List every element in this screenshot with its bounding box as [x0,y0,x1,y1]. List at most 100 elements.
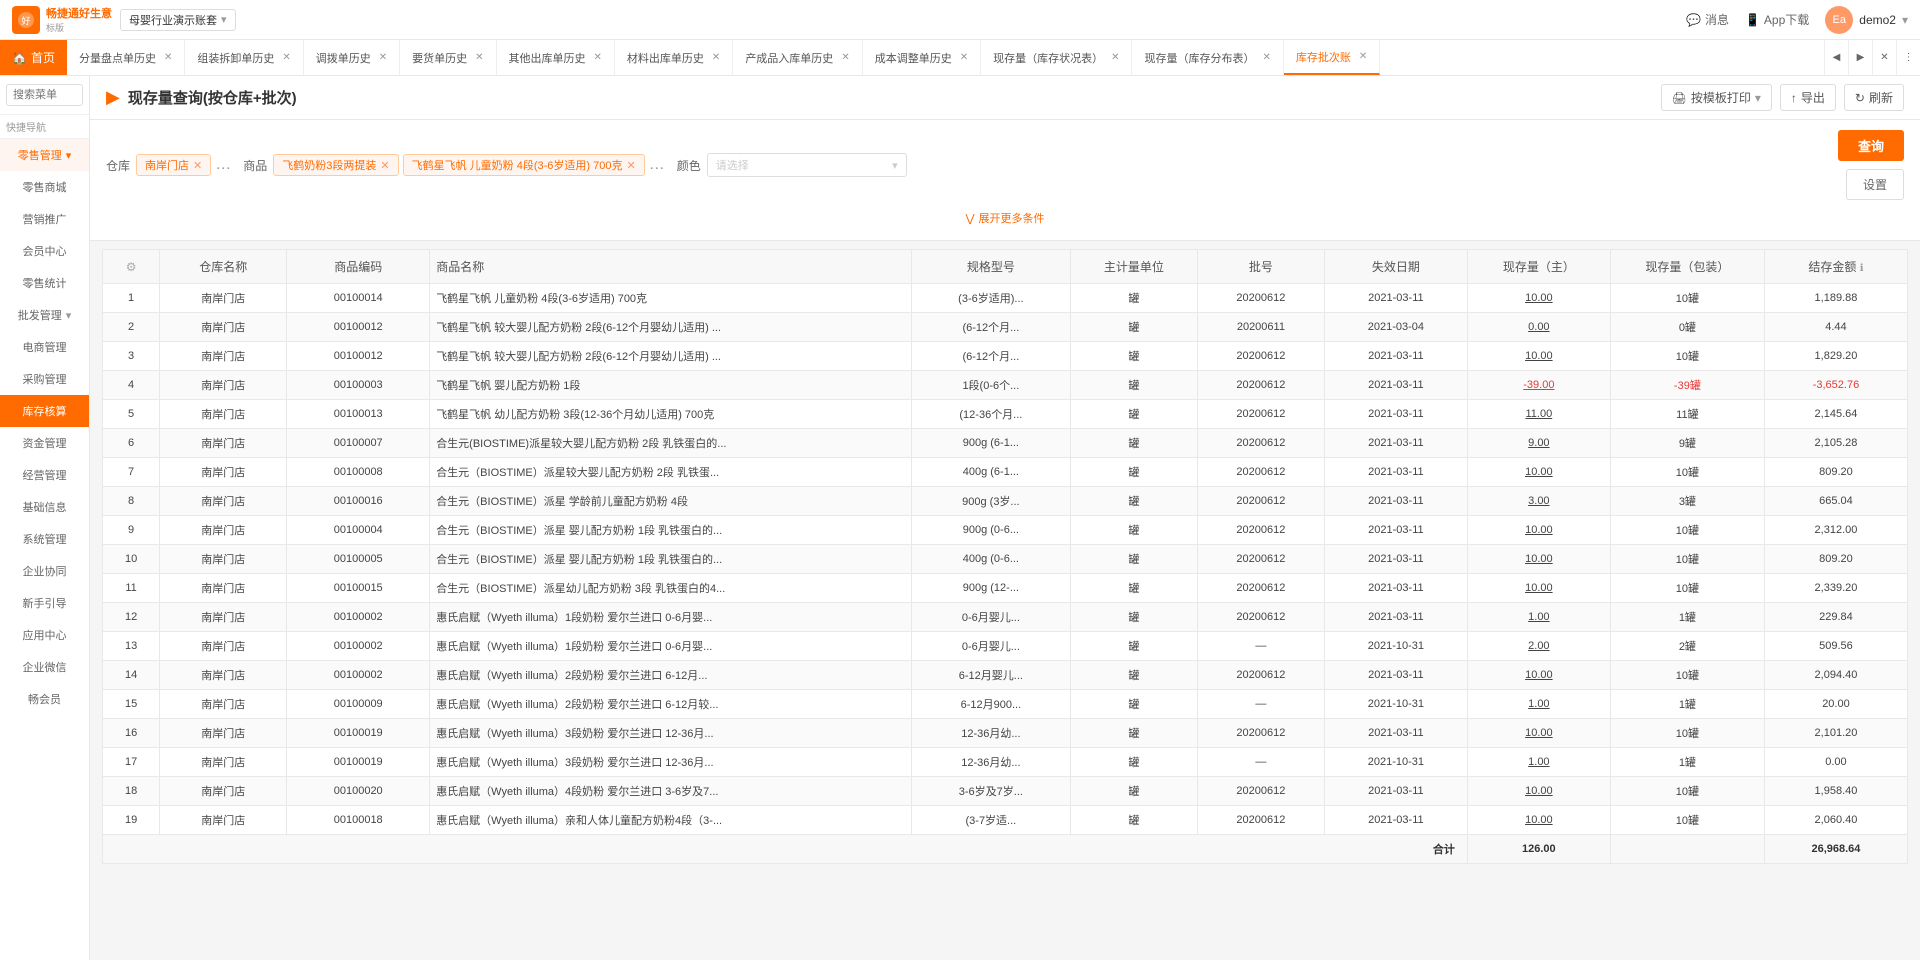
tab-cai-liao[interactable]: 材料出库单历史 ✕ [615,40,733,75]
row-stock-pkg: 9罐 [1610,429,1764,458]
tab-close-icon[interactable]: ✕ [475,52,483,63]
sidebar-item-inventory[interactable]: 库存核算 [0,395,89,427]
row-stock-main[interactable]: 11.00 [1467,400,1610,429]
tab-close-icon[interactable]: ✕ [712,52,720,63]
row-stock-main[interactable]: 10.00 [1467,545,1610,574]
row-batch: 20200612 [1197,342,1324,371]
sidebar-item-finance[interactable]: 资金管理 [0,427,89,459]
row-stock-main[interactable]: 1.00 [1467,748,1610,777]
row-stock-main[interactable]: 0.00 [1467,313,1610,342]
row-batch: 20200612 [1197,429,1324,458]
logo-text: 畅捷通好生意 标版 [46,5,112,34]
warehouse-more-icon[interactable]: … [215,156,231,174]
tab-xian-cun-2[interactable]: 现存量（库存分布表） ✕ [1132,40,1283,75]
sidebar-item-marketing[interactable]: 营销推广 [0,203,89,235]
tab-close-icon[interactable]: ✕ [282,52,290,63]
sidebar-item-retail-shop[interactable]: 零售商城 [0,171,89,203]
tag-close-icon[interactable]: ✕ [193,159,202,172]
tab-next-button[interactable]: ▶ [1848,40,1872,76]
query-button[interactable]: 查询 [1838,130,1904,161]
expand-sidebar-button[interactable]: ▶ [106,87,120,108]
sidebar-item-purchase[interactable]: 采购管理 [0,363,89,395]
tab-home[interactable]: 🏠 首页 [0,40,67,75]
warehouse-label: 仓库 [106,157,130,174]
tag-close-icon[interactable]: ✕ [380,159,389,172]
tag-close-icon[interactable]: ✕ [626,159,635,172]
row-stock-main[interactable]: 1.00 [1467,690,1610,719]
tab-fen-pan[interactable]: 分量盘点单历史 ✕ [67,40,185,75]
user-area[interactable]: Ea demo2 ▾ [1825,6,1908,34]
row-stock-main[interactable]: 10.00 [1467,777,1610,806]
row-stock-main[interactable]: 10.00 [1467,661,1610,690]
refresh-button[interactable]: ↻ 刷新 [1844,84,1904,111]
tab-yao-huo[interactable]: 要货单历史 ✕ [400,40,496,75]
row-stock-main[interactable]: 10.00 [1467,284,1610,313]
expand-conditions-button[interactable]: ⋁ 展开更多条件 [965,210,1044,226]
row-batch: 20200612 [1197,806,1324,835]
messages-button[interactable]: 💬 消息 [1686,11,1729,28]
row-num: 7 [103,458,160,487]
color-dropdown[interactable]: 请选择 ▾ [707,153,907,177]
tab-tiao-bo[interactable]: 调拨单历史 ✕ [304,40,400,75]
sidebar-item-enterprise[interactable]: 企业协同 [0,555,89,587]
tab-close-icon[interactable]: ✕ [379,52,387,63]
tab-close-icon[interactable]: ✕ [1111,52,1119,63]
sidebar-item-wholesale[interactable]: 批发管理 ▾ [0,299,89,331]
breadcrumb-dropdown[interactable]: 母婴行业演示账套 ▾ [120,9,236,31]
sidebar-item-guide[interactable]: 新手引导 [0,587,89,619]
tab-close-icon[interactable]: ✕ [841,52,849,63]
tab-zu-zhuai[interactable]: 组装拆卸单历史 ✕ [185,40,303,75]
tab-menu-button[interactable]: ⋮ [1896,40,1920,76]
sidebar-item-operations[interactable]: 经营管理 [0,459,89,491]
export-button[interactable]: ↑ 导出 [1780,84,1836,111]
row-stock-main[interactable]: -39.00 [1467,371,1610,400]
tab-close-icon[interactable]: ✕ [1262,52,1270,63]
row-stock-main[interactable]: 10.00 [1467,516,1610,545]
tab-close-icon[interactable]: ✕ [960,52,968,63]
row-code: 00100020 [287,777,430,806]
row-warehouse: 南岸门店 [160,806,287,835]
tab-close-icon[interactable]: ✕ [594,52,602,63]
settings-icon[interactable]: ⚙ [126,260,137,274]
row-expire: 2021-03-04 [1324,313,1467,342]
tab-close-all-button[interactable]: ✕ [1872,40,1896,76]
tab-chan-pin[interactable]: 产成品入库单历史 ✕ [733,40,862,75]
tab-pi-ci[interactable]: 库存批次账 ✕ [1284,40,1380,75]
tab-xian-cun-1[interactable]: 现存量（库存状况表） ✕ [981,40,1132,75]
sidebar-item-ecommerce[interactable]: 电商管理 [0,331,89,363]
row-stock-main[interactable]: 10.00 [1467,458,1610,487]
tab-prev-button[interactable]: ◀ [1824,40,1848,76]
top-bar-left: 好 畅捷通好生意 标版 母婴行业演示账套 ▾ [12,5,236,34]
tab-close-icon[interactable]: ✕ [1359,51,1367,62]
sidebar-item-retail-mgmt[interactable]: 零售管理 ▾ [0,139,89,171]
row-stock-main[interactable]: 1.00 [1467,603,1610,632]
product-more-icon[interactable]: … [649,156,665,174]
sidebar-item-basics[interactable]: 基础信息 [0,491,89,523]
sidebar-item-member[interactable]: 会员中心 [0,235,89,267]
tab-cheng-ben[interactable]: 成本调整单历史 ✕ [863,40,981,75]
app-download-button[interactable]: 📱 App下载 [1745,11,1809,28]
sidebar-item-corp-wechat[interactable]: 企业微信 [0,651,89,683]
row-stock-main[interactable]: 10.00 [1467,806,1610,835]
template-print-button[interactable]: 🖨 按模板打印 ▾ [1661,84,1772,111]
sidebar-item-retail-stats[interactable]: 零售统计 [0,267,89,299]
product-tag-1[interactable]: 飞鹤奶粉3段两提装 ✕ [273,154,398,176]
product-tag-2[interactable]: 飞鹤星飞帆 儿童奶粉 4段(3-6岁适用) 700克 ✕ [403,154,645,176]
row-stock-main[interactable]: 3.00 [1467,487,1610,516]
settings-button[interactable]: 设置 [1846,169,1904,200]
row-stock-main[interactable]: 9.00 [1467,429,1610,458]
tab-qi-ta-chu[interactable]: 其他出库单历史 ✕ [497,40,615,75]
row-stock-main[interactable]: 10.00 [1467,719,1610,748]
row-num: 8 [103,487,160,516]
row-stock-pkg: 3罐 [1610,487,1764,516]
row-stock-main[interactable]: 2.00 [1467,632,1610,661]
row-stock-main[interactable]: 10.00 [1467,574,1610,603]
sidebar-item-app-center[interactable]: 应用中心 [0,619,89,651]
row-stock-main[interactable]: 10.00 [1467,342,1610,371]
tab-close-icon[interactable]: ✕ [164,52,172,63]
tab-bar: 🏠 首页 分量盘点单历史 ✕ 组装拆卸单历史 ✕ 调拨单历史 ✕ 要货单历史 ✕… [0,40,1920,76]
warehouse-tag-nanmen[interactable]: 南岸门店 ✕ [136,154,211,176]
sidebar-item-member2[interactable]: 畅会员 [0,683,89,715]
sidebar-item-system[interactable]: 系统管理 [0,523,89,555]
search-input[interactable] [6,84,83,106]
